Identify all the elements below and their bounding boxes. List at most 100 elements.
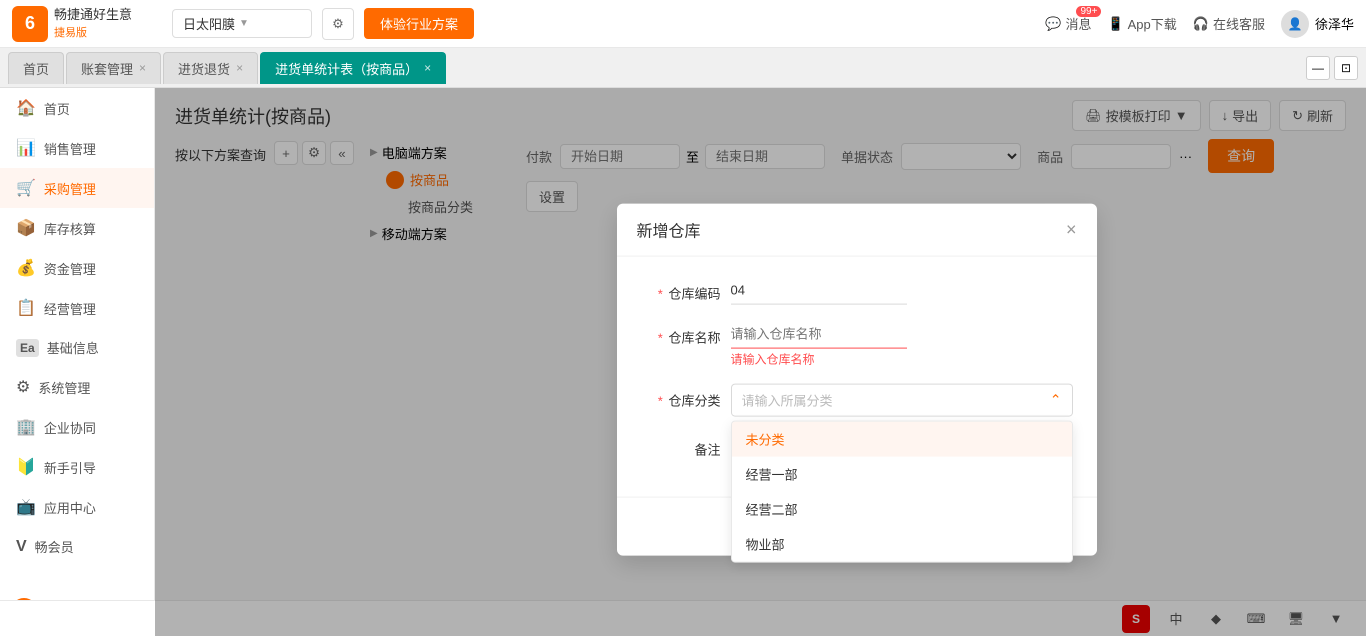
sidebar-item-basic-info[interactable]: Ea 基础信息 (0, 328, 154, 367)
sidebar-purchase-label: 采购管理 (44, 179, 96, 198)
gear-icon: ⚙ (332, 16, 344, 32)
sidebar-item-enterprise[interactable]: 🏢 企业协同 (0, 407, 154, 447)
sidebar-home-label: 首页 (44, 99, 70, 118)
code-input-wrapper (731, 277, 1073, 305)
category-selector[interactable]: 请输入所属分类 ⌃ (731, 384, 1073, 417)
logo-area: 6 畅捷通好生意 捷易版 (12, 6, 162, 42)
app-download-label: App下载 (1128, 14, 1177, 33)
dropdown-item-ops1[interactable]: 经营一部 (732, 457, 1072, 492)
store-selector[interactable]: 日太阳膜 ▼ (172, 9, 312, 38)
service-label: 在线客服 (1213, 14, 1265, 33)
tab-returns-close[interactable]: × (236, 61, 243, 75)
enterprise-icon: 🏢 (16, 417, 36, 437)
category-dropdown: 未分类 经营一部 经营二部 物业部 (731, 421, 1073, 563)
tab-home[interactable]: 首页 (8, 52, 64, 84)
purchase-icon: 🛒 (16, 178, 36, 198)
sidebar-item-app-center[interactable]: 📺 应用中心 (0, 487, 154, 527)
sidebar-operations-label: 经营管理 (44, 299, 96, 318)
sidebar-item-membership[interactable]: V 畅会员 (0, 527, 154, 566)
message-badge: 99+ (1076, 6, 1101, 17)
tab-stats[interactable]: 进货单统计表（按商品） × (260, 52, 446, 84)
sidebar-basic-info-label: 基础信息 (47, 338, 99, 357)
sidebar-item-home[interactable]: 🏠 首页 (0, 88, 154, 128)
message-button[interactable]: 💬 消息 99+ (1045, 14, 1091, 33)
tab-controls: — ⊡ (1306, 56, 1358, 80)
note-label: 备注 (641, 433, 721, 459)
tab-accounts-label: 账套管理 (81, 59, 133, 78)
code-input[interactable] (731, 277, 907, 305)
modal-body: * 仓库编码 * 仓库名称 请输入仓库名称 (617, 257, 1097, 497)
dropdown-item-property[interactable]: 物业部 (732, 527, 1072, 562)
sidebar-system-label: 系统管理 (38, 378, 90, 397)
app-center-icon: 📺 (16, 497, 36, 517)
sidebar-finance-label: 资金管理 (44, 259, 96, 278)
logo-sub: 捷易版 (54, 24, 132, 40)
tab-accounts-close[interactable]: × (139, 61, 146, 75)
category-label: * 仓库分类 (641, 384, 721, 410)
system-icon: ⚙ (16, 377, 30, 397)
sales-icon: 📊 (16, 138, 36, 158)
trial-button[interactable]: 体验行业方案 (364, 8, 474, 39)
logo-name: 畅捷通好生意 (54, 7, 132, 24)
operations-icon: 📋 (16, 298, 36, 318)
sidebar-item-guide[interactable]: 🔰 新手引导 (0, 447, 154, 487)
logo-icon: 6 (12, 6, 48, 42)
top-header: 6 畅捷通好生意 捷易版 日太阳膜 ▼ ⚙ 体验行业方案 💬 消息 99+ 📱 … (0, 0, 1366, 48)
tab-minimize[interactable]: — (1306, 56, 1330, 80)
name-input[interactable] (731, 321, 907, 349)
sidebar-enterprise-label: 企业协同 (44, 418, 96, 437)
name-label: * 仓库名称 (641, 321, 721, 347)
sidebar-item-system[interactable]: ⚙ 系统管理 (0, 367, 154, 407)
form-row-category: * 仓库分类 请输入所属分类 ⌃ 未分类 经营一部 经营二部 (641, 384, 1073, 417)
modal-header: 新增仓库 × (617, 204, 1097, 257)
tab-stats-close[interactable]: × (424, 61, 431, 75)
message-icon: 💬 (1045, 16, 1061, 32)
finance-icon: 💰 (16, 258, 36, 278)
form-row-name: * 仓库名称 请输入仓库名称 (641, 321, 1073, 368)
basic-info-icon: Ea (16, 339, 39, 357)
sidebar: 🏠 首页 📊 销售管理 🛒 采购管理 📦 库存核算 💰 资金管理 📋 经营管理 … (0, 88, 155, 636)
tab-stats-label: 进货单统计表（按商品） (275, 59, 418, 78)
user-area[interactable]: 👤 徐泽华 (1281, 10, 1354, 38)
tab-returns[interactable]: 进货退货 × (163, 52, 258, 84)
headset-icon: 🎧 (1193, 16, 1209, 32)
app-download-button[interactable]: 📱 App下载 (1107, 14, 1176, 33)
sidebar-item-finance[interactable]: 💰 资金管理 (0, 248, 154, 288)
name-error-msg: 请输入仓库名称 (731, 351, 1073, 368)
category-arrow-icon: ⌃ (1050, 392, 1062, 409)
dropdown-item-ops2[interactable]: 经营二部 (732, 492, 1072, 527)
sidebar-inventory-label: 库存核算 (44, 219, 96, 238)
user-avatar: 👤 (1281, 10, 1309, 38)
sidebar-membership-label: 畅会员 (35, 537, 74, 556)
store-arrow-icon: ▼ (239, 18, 249, 29)
name-input-wrapper: 请输入仓库名称 (731, 321, 1073, 368)
content-area: 进货单统计(按商品) 🖨 按模板打印 ▼ ↓ 导出 ↻ 刷新 (155, 88, 1366, 636)
store-name: 日太阳膜 (183, 14, 235, 33)
logo-text-block: 畅捷通好生意 捷易版 (54, 7, 132, 40)
sidebar-item-sales[interactable]: 📊 销售管理 (0, 128, 154, 168)
modal-new-warehouse: 新增仓库 × * 仓库编码 * (617, 204, 1097, 556)
category-input-wrapper: 请输入所属分类 ⌃ 未分类 经营一部 经营二部 物业部 (731, 384, 1073, 417)
tab-maximize[interactable]: ⊡ (1334, 56, 1358, 80)
code-label: * 仓库编码 (641, 277, 721, 303)
tab-accounts[interactable]: 账套管理 × (66, 52, 161, 84)
sidebar-app-center-label: 应用中心 (44, 498, 96, 517)
home-icon: 🏠 (16, 98, 36, 118)
header-right: 💬 消息 99+ 📱 App下载 🎧 在线客服 👤 徐泽华 (1045, 10, 1354, 38)
customer-service-button[interactable]: 🎧 在线客服 (1193, 14, 1265, 33)
sidebar-item-purchase[interactable]: 🛒 采购管理 (0, 168, 154, 208)
tab-returns-label: 进货退货 (178, 59, 230, 78)
main-layout: 🏠 首页 📊 销售管理 🛒 采购管理 📦 库存核算 💰 资金管理 📋 经营管理 … (0, 88, 1366, 636)
username: 徐泽华 (1315, 14, 1354, 33)
sidebar-item-inventory[interactable]: 📦 库存核算 (0, 208, 154, 248)
tab-bar: 首页 账套管理 × 进货退货 × 进货单统计表（按商品） × — ⊡ (0, 48, 1366, 88)
sidebar-guide-label: 新手引导 (44, 458, 96, 477)
phone-icon: 📱 (1107, 16, 1123, 32)
membership-icon: V (16, 538, 27, 556)
sidebar-item-operations[interactable]: 📋 经营管理 (0, 288, 154, 328)
sidebar-sales-label: 销售管理 (44, 139, 96, 158)
form-row-code: * 仓库编码 (641, 277, 1073, 305)
dropdown-item-unclassified[interactable]: 未分类 (732, 422, 1072, 457)
settings-button[interactable]: ⚙ (322, 8, 354, 40)
modal-close-button[interactable]: × (1066, 219, 1077, 240)
